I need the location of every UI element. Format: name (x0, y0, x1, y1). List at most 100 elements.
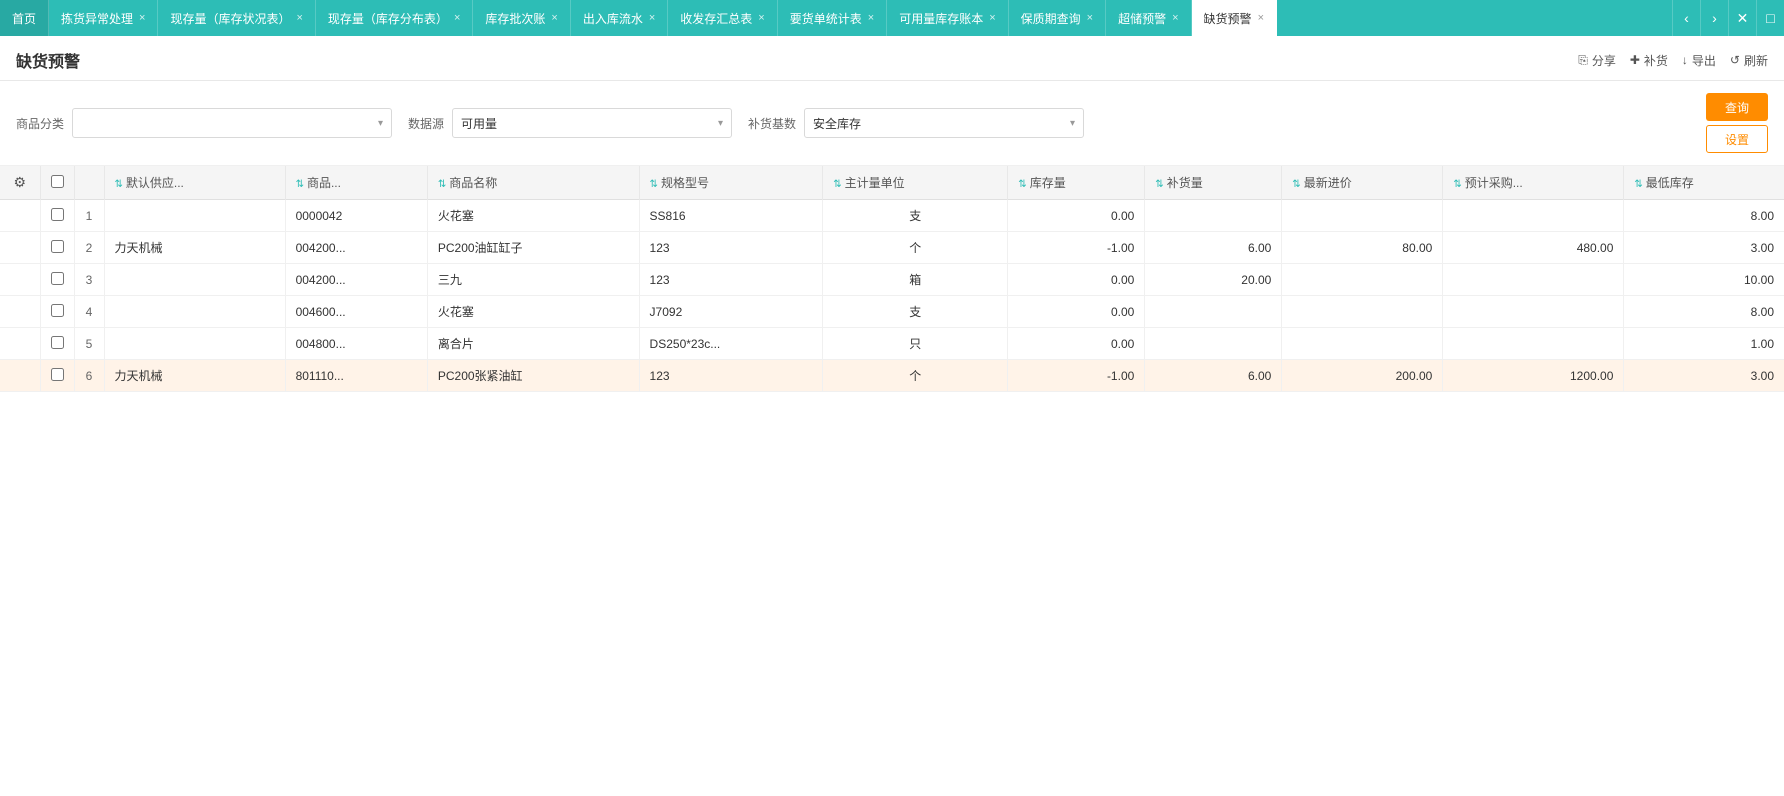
share-icon: ⎘ (1578, 53, 1588, 68)
tab-label-2: 现存量（库存状况表） (170, 10, 290, 27)
col-settings[interactable]: ⚙ (0, 166, 40, 200)
tab-item-9[interactable]: 保质期查询 × (1009, 0, 1106, 36)
row-checkbox-cell (40, 200, 74, 232)
tab-label-4: 库存批次账 (485, 10, 545, 27)
tab-item-1[interactable]: 拣货异常处理 × (49, 0, 158, 36)
col-replenish-qty[interactable]: ⇅补货量 (1145, 166, 1282, 200)
tab-close-8[interactable]: × (989, 12, 995, 24)
replenish-button[interactable]: ✚ 补货 (1630, 52, 1668, 69)
cell-replenish-qty (1145, 200, 1282, 232)
cell-min-stock: 3.00 (1624, 360, 1784, 392)
tab-restore[interactable]: □ (1756, 0, 1784, 36)
replenish-base-select[interactable]: 安全库存 ▾ (804, 108, 1084, 138)
cell-product-code: 004600... (285, 296, 427, 328)
tab-close-all[interactable]: ✕ (1728, 0, 1756, 36)
row-settings-cell (0, 296, 40, 328)
cell-stock: -1.00 (1008, 232, 1145, 264)
replenish-base-group: 补货基数 安全库存 ▾ (748, 108, 1084, 138)
sort-icon-code: ⇅ (296, 179, 304, 190)
row-checkbox-5[interactable] (51, 368, 64, 381)
col-row-num (74, 166, 104, 200)
gear-icon[interactable]: ⚙ (13, 174, 26, 190)
query-button[interactable]: 查询 (1706, 93, 1768, 121)
export-button[interactable]: ↓ 导出 (1682, 52, 1716, 69)
tab-item-3[interactable]: 现存量（库存分布表） × (316, 0, 473, 36)
tab-close-7[interactable]: × (868, 12, 874, 24)
tab-close-4[interactable]: × (551, 12, 557, 24)
tab-close-10[interactable]: × (1172, 12, 1178, 24)
col-est-purchase[interactable]: ⇅预计采购... (1443, 166, 1624, 200)
col-latest-price[interactable]: ⇅最新进价 (1282, 166, 1443, 200)
tab-close-6[interactable]: × (758, 12, 764, 24)
replenish-base-value: 安全库存 (813, 115, 861, 132)
sort-icon-supplier: ⇅ (115, 179, 123, 190)
row-number: 3 (74, 264, 104, 296)
row-settings-cell (0, 232, 40, 264)
col-product-name[interactable]: ⇅商品名称 (427, 166, 639, 200)
cell-product-code: 004800... (285, 328, 427, 360)
cell-est-purchase (1443, 264, 1624, 296)
row-checkbox-2[interactable] (51, 272, 64, 285)
tab-item-10[interactable]: 超储预警 × (1106, 0, 1191, 36)
row-checkbox-1[interactable] (51, 240, 64, 253)
tab-scroll-left[interactable]: ‹ (1672, 0, 1700, 36)
share-button[interactable]: ⎘ 分享 (1578, 52, 1616, 69)
cell-min-stock: 8.00 (1624, 200, 1784, 232)
tab-item-5[interactable]: 出入库流水 × (571, 0, 668, 36)
cell-min-stock: 3.00 (1624, 232, 1784, 264)
cell-supplier (104, 264, 285, 296)
col-unit[interactable]: ⇅主计量单位 (823, 166, 1008, 200)
col-checkbox (40, 166, 74, 200)
cell-est-purchase: 480.00 (1443, 232, 1624, 264)
tab-item-2[interactable]: 现存量（库存状况表） × (158, 0, 315, 36)
tab-close-9[interactable]: × (1087, 12, 1093, 24)
tab-close-2[interactable]: × (296, 12, 302, 24)
cell-product-code: 0000042 (285, 200, 427, 232)
tab-label-11: 缺货预警 (1204, 10, 1252, 27)
tab-bar: 首页拣货异常处理 ×现存量（库存状况表） ×现存量（库存分布表） ×库存批次账 … (0, 0, 1784, 36)
row-checkbox-0[interactable] (51, 208, 64, 221)
cell-product-name: 火花塞 (427, 296, 639, 328)
row-number: 2 (74, 232, 104, 264)
commodity-category-select[interactable]: ▾ (72, 108, 392, 138)
row-checkbox-cell (40, 264, 74, 296)
tab-item-4[interactable]: 库存批次账 × (473, 0, 570, 36)
col-spec[interactable]: ⇅规格型号 (639, 166, 823, 200)
row-checkbox-4[interactable] (51, 336, 64, 349)
data-table: ⚙ ⇅默认供应... ⇅商品... ⇅商品名称 ⇅规格型号 (0, 166, 1784, 392)
data-source-select[interactable]: 可用量 ▾ (452, 108, 732, 138)
tab-scroll-right[interactable]: › (1700, 0, 1728, 36)
table-row: 2力天机械004200...PC200油缸缸子123个-1.006.0080.0… (0, 232, 1784, 264)
col-default-supplier[interactable]: ⇅默认供应... (104, 166, 285, 200)
tab-item-6[interactable]: 收发存汇总表 × (668, 0, 777, 36)
tab-item-8[interactable]: 可用量库存账本 × (887, 0, 1008, 36)
refresh-button[interactable]: ↺ 刷新 (1730, 52, 1768, 69)
cell-stock: 0.00 (1008, 296, 1145, 328)
tab-close-11[interactable]: × (1258, 12, 1264, 24)
settings-button[interactable]: 设置 (1706, 125, 1768, 153)
col-stock[interactable]: ⇅库存量 (1008, 166, 1145, 200)
data-source-label: 数据源 (408, 115, 444, 132)
cell-latest-price (1282, 264, 1443, 296)
cell-replenish-qty (1145, 296, 1282, 328)
cell-spec: J7092 (639, 296, 823, 328)
cell-product-name: 三九 (427, 264, 639, 296)
row-checkbox-cell (40, 328, 74, 360)
tab-close-5[interactable]: × (649, 12, 655, 24)
row-checkbox-3[interactable] (51, 304, 64, 317)
row-settings-cell (0, 264, 40, 296)
tab-close-3[interactable]: × (454, 12, 460, 24)
tab-item-7[interactable]: 要货单统计表 × (778, 0, 887, 36)
cell-latest-price: 80.00 (1282, 232, 1443, 264)
col-min-stock[interactable]: ⇅最低库存 (1624, 166, 1784, 200)
tab-label-9: 保质期查询 (1021, 10, 1081, 27)
tab-close-1[interactable]: × (139, 12, 145, 24)
tab-item-0[interactable]: 首页 (0, 0, 49, 36)
tab-label-7: 要货单统计表 (790, 10, 862, 27)
cell-latest-price: 200.00 (1282, 360, 1443, 392)
tab-item-11[interactable]: 缺货预警 × (1192, 0, 1277, 36)
col-product-code[interactable]: ⇅商品... (285, 166, 427, 200)
cell-replenish-qty: 6.00 (1145, 232, 1282, 264)
select-all-checkbox[interactable] (51, 175, 64, 188)
cell-est-purchase (1443, 328, 1624, 360)
